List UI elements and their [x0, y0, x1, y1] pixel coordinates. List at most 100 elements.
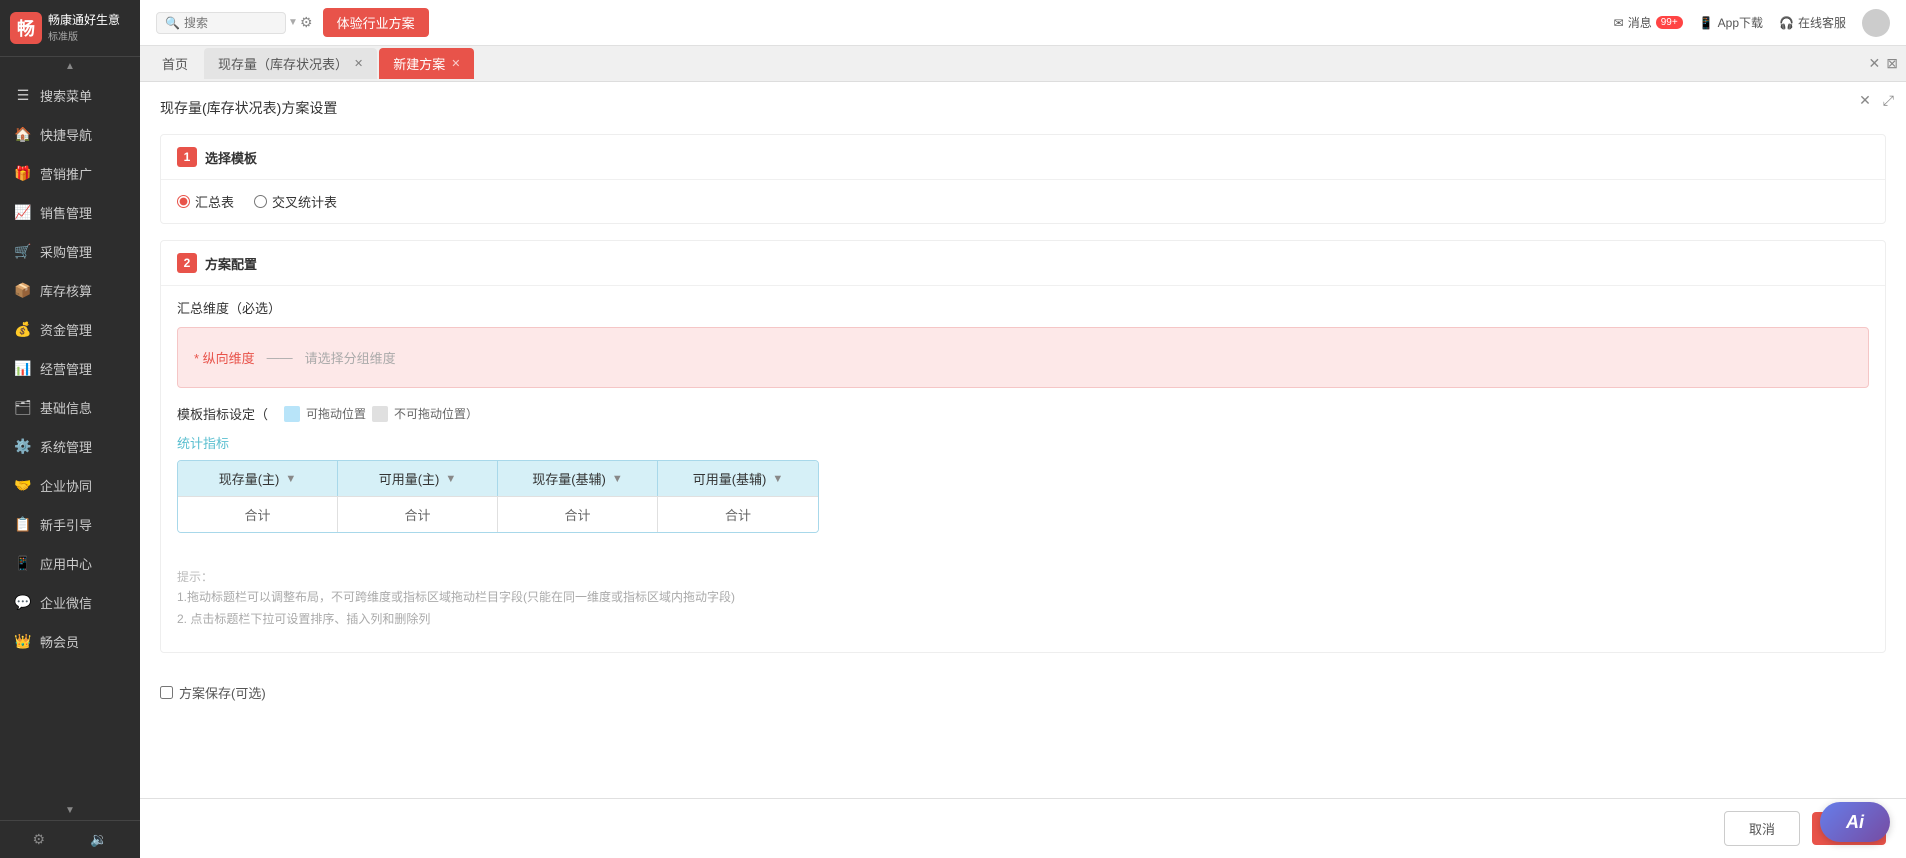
draggable-legend-label: 可拖动位置: [306, 405, 366, 422]
sidebar-item-search[interactable]: ☰ 搜索菜单: [0, 76, 140, 115]
settings-icon[interactable]: ⚙: [33, 831, 46, 848]
template-option-summary[interactable]: 汇总表: [177, 192, 234, 211]
sidebar-scroll-up[interactable]: ▲: [0, 57, 140, 76]
topbar-search-box[interactable]: 🔍 ▼: [156, 12, 286, 34]
trial-button[interactable]: 体验行业方案: [323, 8, 429, 37]
stats-col-3-body: 合计: [498, 496, 658, 532]
sidebar-scroll-down[interactable]: ▼: [0, 801, 140, 820]
tab-expand-icon[interactable]: ⊠: [1886, 55, 1898, 72]
step2-badge: 2: [177, 253, 197, 273]
gift-icon: 🎁: [14, 165, 32, 183]
sidebar-item-enterprise[interactable]: 🤝 企业协同: [0, 466, 140, 505]
template-label-cross: 交叉统计表: [272, 192, 337, 211]
template-select: 汇总表 交叉统计表: [161, 180, 1885, 223]
indicators-label: 模板指标设定（ 可拖动位置 不可拖动位置）: [177, 404, 1869, 423]
sidebar-item-label: 系统管理: [40, 437, 92, 456]
sidebar-item-label: 企业微信: [40, 593, 92, 612]
draggable-legend: 可拖动位置 不可拖动位置）: [284, 405, 478, 422]
wechat-icon: 💬: [14, 594, 32, 612]
template-radio-cross[interactable]: [254, 195, 267, 208]
step1-title: 选择模板: [205, 148, 257, 167]
sidebar-item-label: 基础信息: [40, 398, 92, 417]
sidebar-item-finance[interactable]: 💰 资金管理: [0, 310, 140, 349]
col-4-dropdown[interactable]: ▼: [772, 473, 783, 485]
stats-col-3-header[interactable]: 现存量(基辅) ▼: [498, 461, 658, 496]
guide-icon: 📋: [14, 516, 32, 534]
tab-inventory-close[interactable]: ✕: [354, 57, 363, 70]
col-3-dropdown[interactable]: ▼: [612, 473, 623, 485]
stats-col-4-label: 可用量(基辅): [693, 469, 767, 488]
expand-panel-button[interactable]: ⤢: [1879, 90, 1898, 111]
template-label-summary: 汇总表: [195, 192, 234, 211]
online-service-item[interactable]: 🎧 在线客服: [1779, 14, 1846, 31]
save-option-label: 方案保存(可选): [179, 683, 266, 702]
stats-col-2-header[interactable]: 可用量(主) ▼: [338, 461, 498, 496]
search-icon: 🔍: [165, 16, 180, 30]
sidebar-item-system[interactable]: ⚙️ 系统管理: [0, 427, 140, 466]
close-panel-button[interactable]: ✕: [1855, 90, 1875, 111]
sidebar-item-sales[interactable]: 📈 销售管理: [0, 193, 140, 232]
sidebar-bottom: ⚙ 🔉: [0, 820, 140, 858]
sidebar-item-label: 采购管理: [40, 242, 92, 261]
dropdown-icon: ▼: [288, 17, 298, 28]
handshake-icon: 🤝: [14, 477, 32, 495]
stats-col-2-label: 可用量(主): [379, 469, 440, 488]
messages-item[interactable]: ✉ 消息 99+: [1614, 14, 1683, 31]
topbar-right: ✉ 消息 99+ 📱 App下载 🎧 在线客服: [1614, 9, 1890, 37]
app-download-item[interactable]: 📱 App下载: [1699, 14, 1763, 31]
stats-col-4-header[interactable]: 可用量(基辅) ▼: [658, 461, 818, 496]
tab-home[interactable]: 首页: [148, 48, 202, 79]
online-service-label: 在线客服: [1798, 14, 1846, 31]
cancel-button[interactable]: 取消: [1724, 811, 1800, 846]
avatar[interactable]: [1862, 9, 1890, 37]
sidebar-item-basics[interactable]: 🗂 基础信息: [0, 388, 140, 427]
crown-icon: 👑: [14, 633, 32, 651]
sidebar-item-wechat[interactable]: 💬 企业微信: [0, 583, 140, 622]
template-radio-summary[interactable]: [177, 195, 190, 208]
tab-new-plan-label: 新建方案: [393, 54, 445, 73]
hint-2: 2. 点击标题栏下拉可设置排序、插入列和删除列: [177, 609, 1869, 631]
hints: 提示： 1.拖动标题栏可以调整布局，不可跨维度或指标区域拖动栏目字段(只能在同一…: [177, 558, 1869, 640]
hints-label: 提示：: [177, 568, 1869, 585]
tab-close-all-icon[interactable]: ✕: [1869, 55, 1881, 72]
sidebar-item-membership[interactable]: 👑 畅会员: [0, 622, 140, 661]
sidebar-item-marketing[interactable]: 🎁 营销推广: [0, 154, 140, 193]
tab-new-plan-close[interactable]: ✕: [451, 57, 460, 70]
sidebar-item-inventory[interactable]: 📦 库存核算: [0, 271, 140, 310]
sidebar-item-newuser[interactable]: 📋 新手引导: [0, 505, 140, 544]
tab-inventory[interactable]: 现存量（库存状况表） ✕: [204, 48, 377, 79]
cart-icon: 🛒: [14, 243, 32, 261]
sidebar-item-purchase[interactable]: 🛒 采购管理: [0, 232, 140, 271]
search-input[interactable]: [184, 16, 284, 30]
sidebar-item-label: 资金管理: [40, 320, 92, 339]
sidebar-item-label: 销售管理: [40, 203, 92, 222]
tab-new-plan[interactable]: 新建方案 ✕: [379, 48, 474, 79]
sound-icon[interactable]: 🔉: [90, 831, 107, 848]
topbar-gear-icon[interactable]: ⚙: [300, 14, 313, 31]
ai-float-button[interactable]: Ai: [1820, 802, 1890, 842]
stats-title: 统计指标: [177, 433, 1869, 452]
app-edition: 标准版: [48, 28, 120, 43]
sidebar: 畅 畅康通好生意 标准版 ▲ ☰ 搜索菜单 🏠 快捷导航 🎁 营销推广 📈 销售…: [0, 0, 140, 858]
col-1-dropdown[interactable]: ▼: [285, 473, 296, 485]
dimension-area[interactable]: * 纵向维度 —— 请选择分组维度: [177, 327, 1869, 388]
sidebar-item-operations[interactable]: 📊 经营管理: [0, 349, 140, 388]
save-checkbox[interactable]: [160, 686, 173, 699]
stats-col-2-body: 合计: [338, 496, 498, 532]
message-icon: ✉: [1614, 16, 1624, 30]
col-2-dropdown[interactable]: ▼: [445, 473, 456, 485]
stats-col-3-label: 现存量(基辅): [532, 469, 606, 488]
step1-section: 1 选择模板 汇总表 交叉统计表: [160, 134, 1886, 224]
stats-table: 现存量(主) ▼ 可用量(主) ▼ 现存量(基辅) ▼ 可用量(基辅): [177, 460, 819, 533]
nodrag-legend-box: [372, 406, 388, 422]
sidebar-item-shortcuts[interactable]: 🏠 快捷导航: [0, 115, 140, 154]
tabbar: 首页 现存量（库存状况表） ✕ 新建方案 ✕ ✕ ⊠: [140, 46, 1906, 82]
tab-home-label: 首页: [162, 54, 188, 73]
step1-badge: 1: [177, 147, 197, 167]
stats-col-4-body: 合计: [658, 496, 818, 532]
messages-badge: 99+: [1656, 16, 1683, 29]
template-option-cross[interactable]: 交叉统计表: [254, 192, 337, 211]
sidebar-item-appstore[interactable]: 📱 应用中心: [0, 544, 140, 583]
sidebar-nav: ☰ 搜索菜单 🏠 快捷导航 🎁 营销推广 📈 销售管理 🛒 采购管理 📦 库存核…: [0, 76, 140, 801]
stats-col-1-header[interactable]: 现存量(主) ▼: [178, 461, 338, 496]
